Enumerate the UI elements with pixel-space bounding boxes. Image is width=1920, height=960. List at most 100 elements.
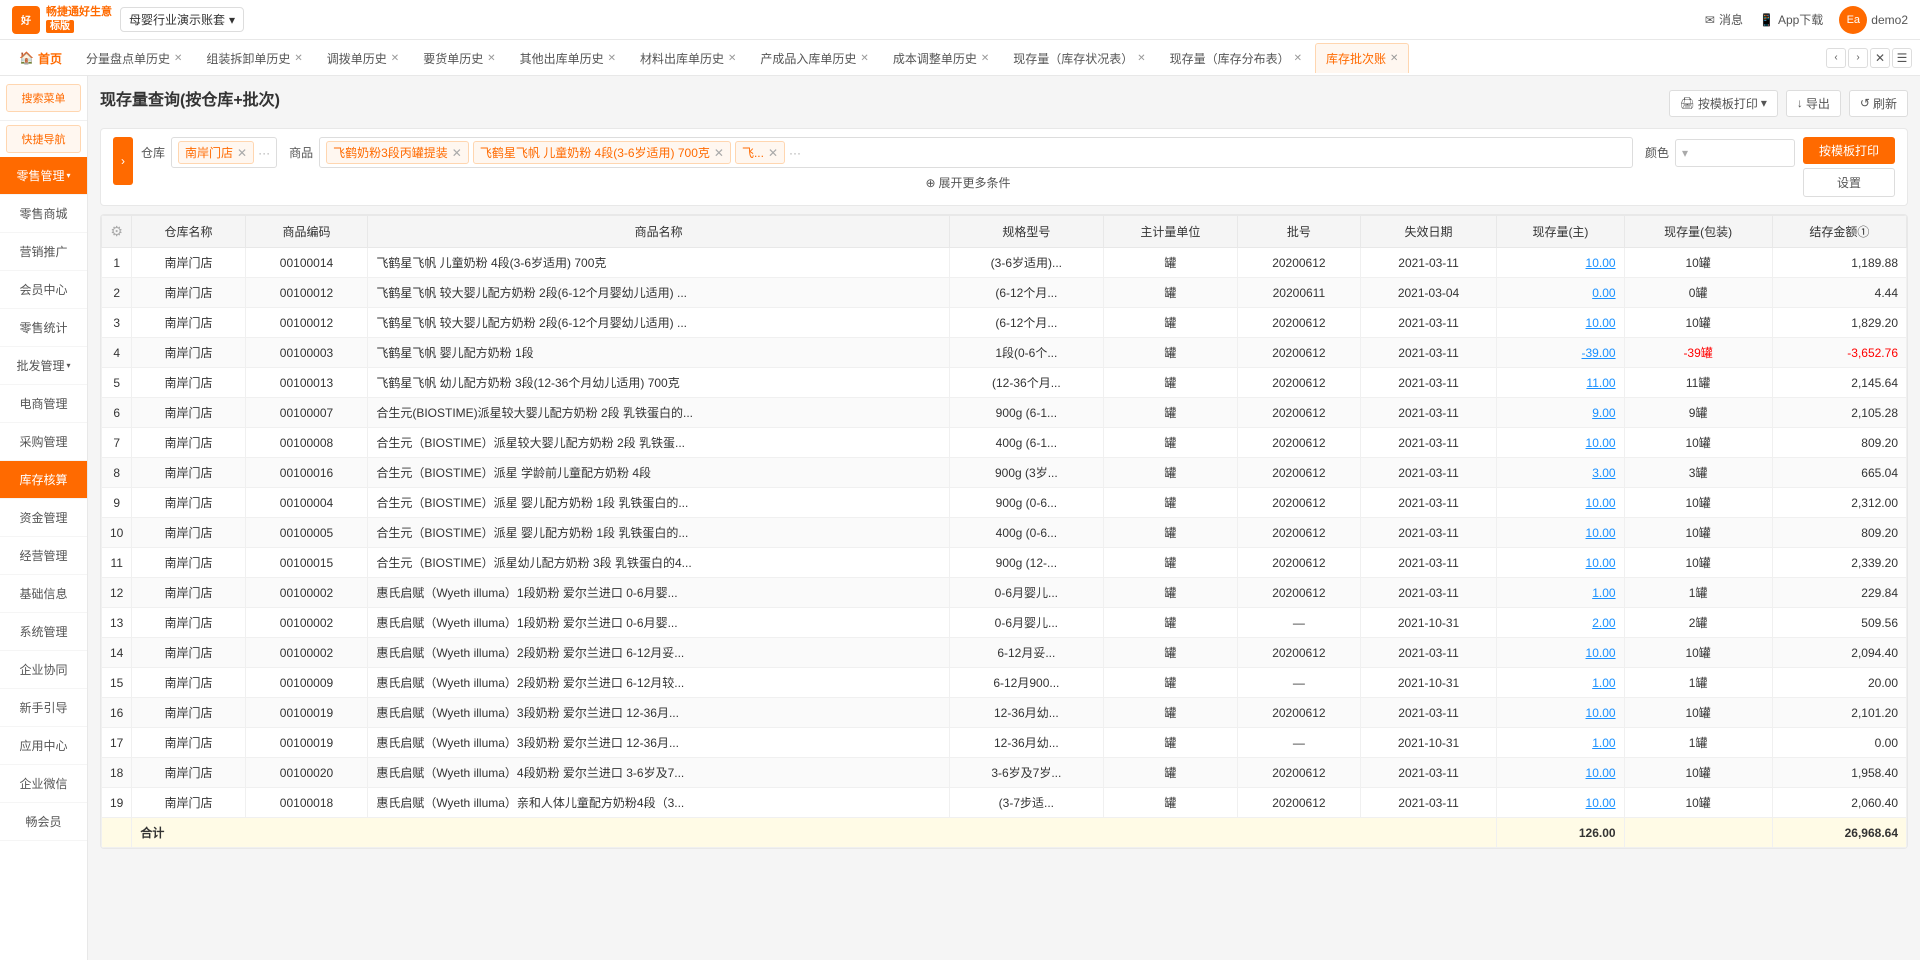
row-qty-main[interactable]: 10.00	[1497, 248, 1624, 278]
row-warehouse: 南岸门店	[132, 668, 245, 698]
row-qty-main[interactable]: 10.00	[1497, 428, 1624, 458]
tab-10[interactable]: 现存量（库存分布表） ✕	[1159, 43, 1313, 73]
summary-pkg	[1624, 818, 1772, 848]
row-qty-main[interactable]: 10.00	[1497, 488, 1624, 518]
print-btn[interactable]: 🖨 按模板打印 ▾	[1669, 90, 1778, 117]
account-selector[interactable]: 母婴行业演示账套 ▾	[120, 7, 244, 32]
tab-close-8[interactable]: ✕	[981, 53, 989, 64]
tab-home[interactable]: 🏠 首页	[8, 43, 73, 73]
row-qty-main[interactable]: 10.00	[1497, 308, 1624, 338]
row-qty-main[interactable]: 10.00	[1497, 518, 1624, 548]
row-qty-main[interactable]: 10.00	[1497, 788, 1624, 818]
sidebar-item-operations[interactable]: 经营管理	[0, 537, 87, 575]
sidebar-item-guide[interactable]: 新手引导	[0, 689, 87, 727]
remove-goods-tag-3[interactable]: ✕	[768, 146, 778, 160]
tab-close-5[interactable]: ✕	[608, 53, 616, 64]
tab-close-6[interactable]: ✕	[728, 53, 736, 64]
sidebar-item-wechat[interactable]: 企业微信	[0, 765, 87, 803]
sidebar-item-enterprise[interactable]: 企业协同	[0, 651, 87, 689]
warehouse-filter: 仓库 南岸门店 ✕ ···	[141, 137, 277, 168]
goods-tag-2[interactable]: 飞鹤星飞帆 儿童奶粉 4段(3-6岁适用) 700克 ✕	[473, 141, 731, 164]
refresh-btn[interactable]: ↺ 刷新	[1849, 90, 1908, 117]
goods-tag-3[interactable]: 飞... ✕	[735, 141, 785, 164]
row-qty-main[interactable]: 10.00	[1497, 758, 1624, 788]
tab-6[interactable]: 材料出库单历史 ✕	[629, 43, 747, 73]
sidebar-item-member-center[interactable]: 会员中心	[0, 271, 87, 309]
quick-nav-btn[interactable]: 快捷导航	[6, 125, 81, 153]
goods-tags[interactable]: 飞鹤奶粉3段丙罐提装 ✕ 飞鹤星飞帆 儿童奶粉 4段(3-6岁适用) 700克 …	[319, 137, 1633, 168]
remove-warehouse-tag[interactable]: ✕	[237, 146, 247, 160]
tab-7[interactable]: 产成品入库单历史 ✕	[749, 43, 879, 73]
filter-expand-btn[interactable]: ›	[113, 137, 133, 185]
tab-1[interactable]: 分量盘点单历史 ✕	[75, 43, 193, 73]
goods-tag-1[interactable]: 飞鹤奶粉3段丙罐提装 ✕	[326, 141, 469, 164]
tab-close-all-btn[interactable]: ✕	[1870, 48, 1890, 68]
export-btn[interactable]: ↓ 导出	[1786, 90, 1841, 117]
row-code: 00100019	[245, 728, 368, 758]
row-qty-main[interactable]: 11.00	[1497, 368, 1624, 398]
row-qty-main[interactable]: 1.00	[1497, 578, 1624, 608]
tab-menu-btn[interactable]: ☰	[1892, 48, 1912, 68]
sidebar-item-label: 零售商城	[19, 205, 67, 222]
tab-close-3[interactable]: ✕	[391, 53, 399, 64]
tab-close-11[interactable]: ✕	[1390, 53, 1398, 64]
sidebar-item-app-center[interactable]: 应用中心	[0, 727, 87, 765]
tab-9[interactable]: 现存量（库存状况表） ✕	[1002, 43, 1156, 73]
user-info[interactable]: Ea demo2	[1839, 6, 1908, 34]
color-chevron[interactable]: ▾	[1682, 146, 1688, 160]
sidebar-item-wholesale[interactable]: 批发管理 ▾	[0, 347, 87, 385]
sidebar-item-inventory[interactable]: 库存核算	[0, 461, 87, 499]
row-qty-main[interactable]: 0.00	[1497, 278, 1624, 308]
sidebar-item-marketing[interactable]: 营销推广	[0, 233, 87, 271]
tab-11[interactable]: 库存批次账 ✕	[1315, 43, 1409, 73]
remove-goods-tag-2[interactable]: ✕	[714, 146, 724, 160]
tab-close-1[interactable]: ✕	[174, 53, 182, 64]
row-qty-main[interactable]: 10.00	[1497, 698, 1624, 728]
tab-8[interactable]: 成本调整单历史 ✕	[882, 43, 1000, 73]
tab-4[interactable]: 要货单历史 ✕	[412, 43, 506, 73]
row-qty-main[interactable]: 3.00	[1497, 458, 1624, 488]
tab-close-4[interactable]: ✕	[487, 53, 495, 64]
sidebar-item-purchase[interactable]: 采购管理	[0, 423, 87, 461]
sidebar-item-basic-info[interactable]: 基础信息	[0, 575, 87, 613]
warehouse-tags[interactable]: 南岸门店 ✕ ···	[171, 137, 277, 168]
row-qty-main[interactable]: 2.00	[1497, 608, 1624, 638]
warehouse-more[interactable]: ···	[258, 146, 270, 160]
row-qty-main[interactable]: 9.00	[1497, 398, 1624, 428]
row-qty-main[interactable]: 10.00	[1497, 638, 1624, 668]
chevron-down-icon: ▾	[67, 171, 71, 180]
color-tags[interactable]: ▾	[1675, 139, 1795, 167]
tab-close-7[interactable]: ✕	[860, 53, 868, 64]
tab-3[interactable]: 调拨单历史 ✕	[316, 43, 410, 73]
warehouse-tag[interactable]: 南岸门店 ✕	[178, 141, 254, 164]
row-qty-main[interactable]: 1.00	[1497, 668, 1624, 698]
message-btn[interactable]: ✉ 消息	[1705, 11, 1743, 28]
tab-next-btn[interactable]: ›	[1848, 48, 1868, 68]
tab-2[interactable]: 组装拆卸单历史 ✕	[195, 43, 313, 73]
sidebar-item-retail-stats[interactable]: 零售统计	[0, 309, 87, 347]
row-qty-main[interactable]: 10.00	[1497, 548, 1624, 578]
search-menu-btn[interactable]: 搜索菜单	[6, 84, 81, 112]
row-spec: (6-12个月...	[949, 308, 1103, 338]
chevron-down-icon: ▾	[1761, 96, 1767, 110]
tab-5[interactable]: 其他出库单历史 ✕	[509, 43, 627, 73]
sidebar-item-system[interactable]: 系统管理	[0, 613, 87, 651]
sidebar-item-ecommerce[interactable]: 电商管理	[0, 385, 87, 423]
tab-close-2[interactable]: ✕	[294, 53, 302, 64]
row-qty-main[interactable]: 1.00	[1497, 728, 1624, 758]
row-qty-main[interactable]: -39.00	[1497, 338, 1624, 368]
sidebar-item-retail-management[interactable]: 零售管理 ▾	[0, 157, 87, 195]
expand-more-link[interactable]: ⊕ 展开更多条件	[141, 174, 1795, 191]
tab-close-9[interactable]: ✕	[1137, 53, 1145, 64]
settings-icon[interactable]: ⚙	[110, 223, 123, 239]
app-download-btn[interactable]: 📱 App下载	[1759, 11, 1823, 28]
sidebar-item-member[interactable]: 畅会员	[0, 803, 87, 841]
remove-goods-tag-1[interactable]: ✕	[452, 146, 462, 160]
sidebar-item-retail-mall[interactable]: 零售商城	[0, 195, 87, 233]
sidebar-item-finance[interactable]: 资金管理	[0, 499, 87, 537]
settings-btn[interactable]: 设置	[1803, 168, 1895, 197]
goods-more[interactable]: ···	[789, 146, 801, 160]
tab-prev-btn[interactable]: ‹	[1826, 48, 1846, 68]
query-btn[interactable]: 按模板打印	[1803, 137, 1895, 164]
tab-close-10[interactable]: ✕	[1294, 53, 1302, 64]
